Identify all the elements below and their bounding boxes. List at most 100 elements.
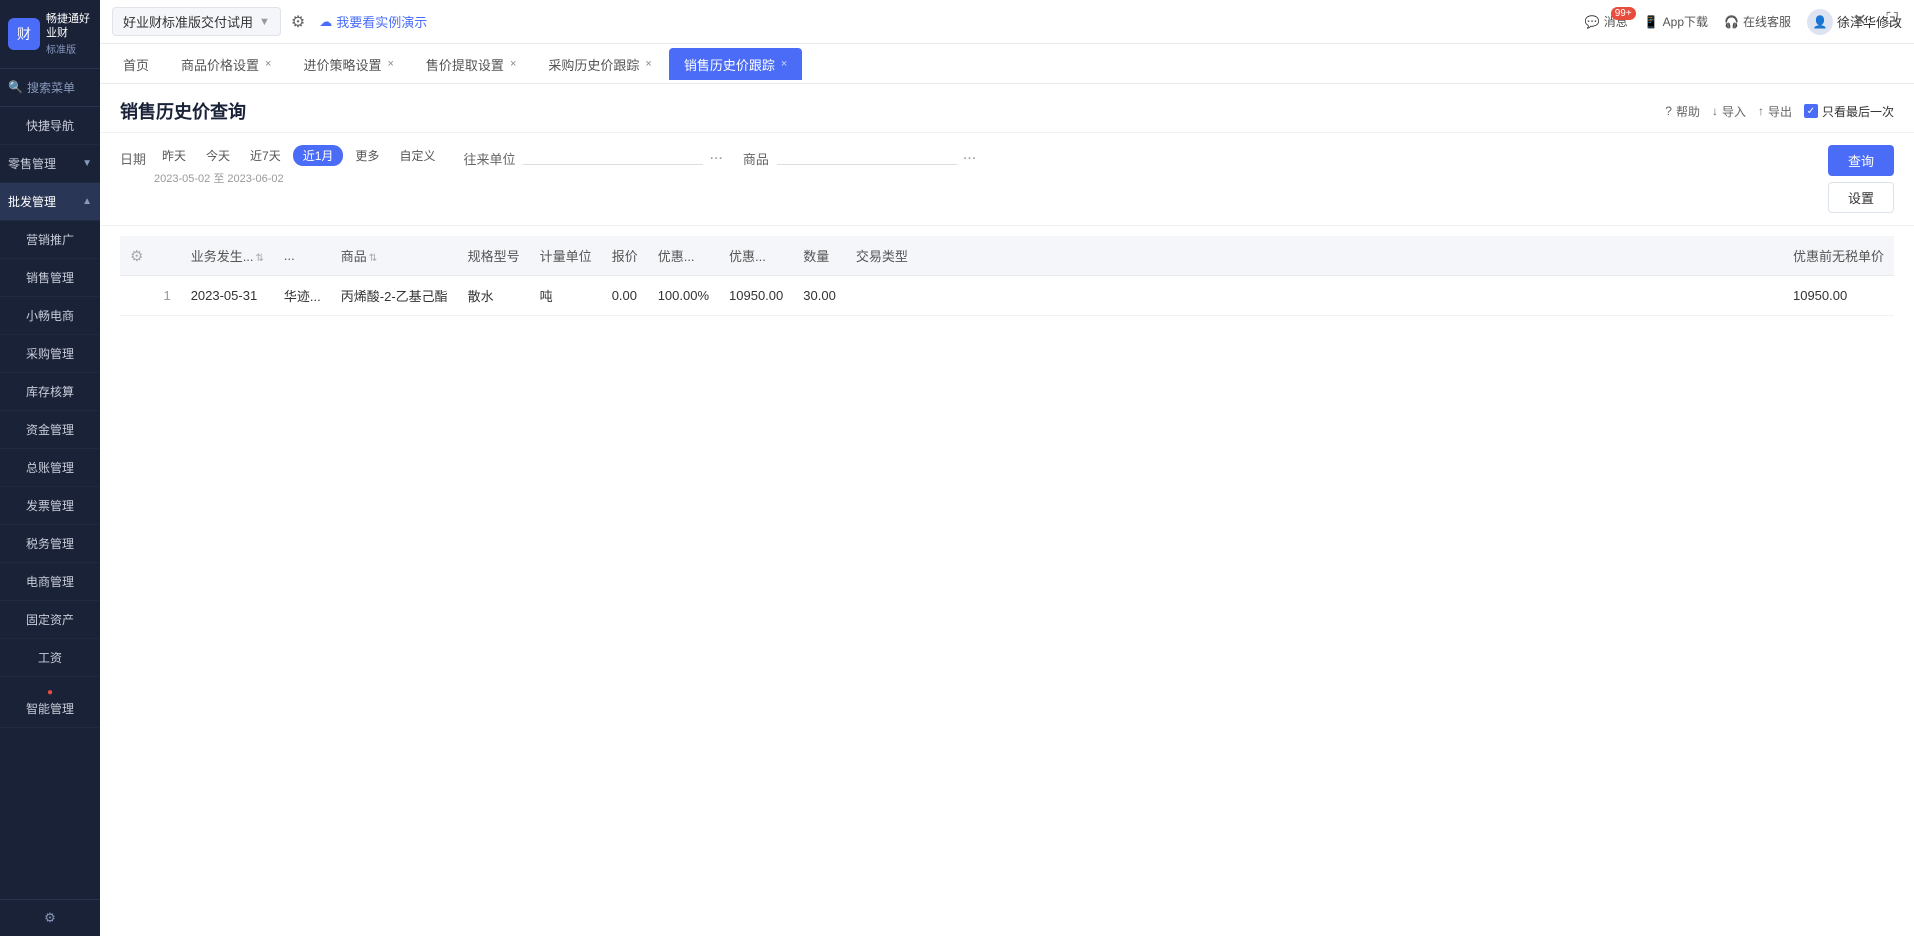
- query-button[interactable]: 查询: [1828, 145, 1894, 176]
- page-title: 销售历史价查询: [120, 98, 246, 124]
- export-label: 导出: [1768, 103, 1792, 120]
- message-button[interactable]: 💬 消息 99+: [1585, 13, 1628, 30]
- tab-purchase-strategy-close[interactable]: ×: [387, 58, 393, 70]
- chevron-down-icon: ▼: [259, 16, 270, 28]
- product-dots[interactable]: ...: [963, 146, 976, 164]
- td-num: 1: [153, 276, 180, 316]
- sidebar-inventory-label: 库存核算: [26, 383, 74, 400]
- tab-purchase-history-close[interactable]: ×: [645, 58, 651, 70]
- sidebar-item-fixed-assets[interactable]: 固定资产: [0, 601, 100, 639]
- chevron-up-icon: ▲: [82, 196, 92, 207]
- tab-home[interactable]: 首页: [108, 48, 164, 80]
- sidebar-item-ecommerce[interactable]: 电商管理: [0, 563, 100, 601]
- th-gear[interactable]: ⚙: [120, 236, 153, 276]
- topbar-settings-icon[interactable]: ⚙: [291, 12, 305, 32]
- sidebar-item-smart[interactable]: ● 智能管理: [0, 677, 100, 728]
- th-product[interactable]: 商品⇅: [331, 236, 458, 276]
- product-input[interactable]: [777, 145, 957, 165]
- gear-icon[interactable]: ⚙: [130, 248, 143, 265]
- tab-home-label: 首页: [123, 55, 149, 74]
- app-download-button[interactable]: 📱 App下载: [1644, 13, 1708, 30]
- export-button[interactable]: ↑ 导出: [1758, 103, 1792, 120]
- sidebar-item-finance[interactable]: 资金管理: [0, 411, 100, 449]
- sidebar-item-marketing[interactable]: 营销推广: [0, 221, 100, 259]
- td-discount1: 100.00%: [648, 276, 719, 316]
- version-selector[interactable]: 好业财标准版交付试用 ▼: [112, 7, 281, 36]
- th-business-date[interactable]: 业务发生...⇅: [181, 236, 274, 276]
- only-last-checkbox[interactable]: ✓ 只看最后一次: [1804, 103, 1894, 120]
- sidebar-payroll-label: 工资: [38, 649, 62, 666]
- sidebar-item-retail[interactable]: 零售管理 ▼: [0, 145, 100, 183]
- filter-from-unit-group: 往来单位 ...: [463, 145, 722, 168]
- tab-purchase-strategy-label: 进价策略设置: [303, 55, 381, 74]
- sidebar-item-sales[interactable]: 销售管理: [0, 259, 100, 297]
- td-trade-type: [846, 276, 918, 316]
- sidebar-item-quick-nav[interactable]: 快捷导航: [0, 107, 100, 145]
- tab-sale-history[interactable]: 销售历史价跟踪 ×: [669, 48, 802, 80]
- search-icon: 🔍: [8, 80, 23, 94]
- sidebar-wholesale-label: 批发管理: [8, 193, 56, 210]
- sidebar-item-payroll[interactable]: 工资: [0, 639, 100, 677]
- sidebar-ecommerce-small-label: 小畅电商: [26, 307, 74, 324]
- tab-purchase-strategy[interactable]: 进价策略设置 ×: [288, 48, 408, 80]
- sidebar-item-tax[interactable]: 税务管理: [0, 525, 100, 563]
- help-label: 帮助: [1676, 103, 1700, 120]
- th-more[interactable]: ...: [274, 236, 331, 276]
- help-button[interactable]: ? 帮助: [1665, 103, 1700, 120]
- headphone-icon: 🎧: [1724, 15, 1739, 29]
- export-icon: ↑: [1758, 104, 1764, 118]
- from-unit-dots[interactable]: ...: [709, 146, 722, 164]
- sidebar-smart-label: 智能管理: [26, 700, 74, 717]
- sidebar-item-wholesale[interactable]: 批发管理 ▲: [0, 183, 100, 221]
- date-btn-more[interactable]: 更多: [347, 145, 387, 166]
- sidebar-search[interactable]: 🔍 搜索菜单: [0, 69, 100, 107]
- th-trade-type[interactable]: 交易类型: [846, 236, 918, 276]
- import-button[interactable]: ↓ 导入: [1712, 103, 1746, 120]
- app-name-block: 畅捷通好业财 标准版: [46, 12, 92, 56]
- tab-product-price-close[interactable]: ×: [265, 58, 271, 70]
- date-btn-7days[interactable]: 近7天: [242, 145, 289, 166]
- app-download-label: App下载: [1663, 13, 1708, 30]
- th-spacer: [918, 236, 1783, 276]
- table-row: 1 2023-05-31 华迹... 丙烯酸-2-乙基己酯 散水 吨 0.00 …: [120, 276, 1894, 316]
- date-btn-1month[interactable]: 近1月: [293, 145, 344, 166]
- main-area: 好业财标准版交付试用 ▼ ⚙ ☁ 我要看实例演示 💬 消息 99+ 📱 App下…: [100, 0, 1914, 936]
- sidebar-item-ecommerce-small[interactable]: 小畅电商: [0, 297, 100, 335]
- demo-link[interactable]: ☁ 我要看实例演示: [319, 12, 427, 31]
- tab-purchase-history[interactable]: 采购历史价跟踪 ×: [533, 48, 666, 80]
- from-unit-input[interactable]: [523, 145, 703, 165]
- td-price: 0.00: [602, 276, 648, 316]
- th-discount1[interactable]: 优惠...: [648, 236, 719, 276]
- date-btn-custom[interactable]: 自定义: [391, 145, 443, 166]
- online-service-label: 在线客服: [1743, 13, 1791, 30]
- date-btn-yesterday[interactable]: 昨天: [154, 145, 194, 166]
- page-content: 销售历史价查询 ? 帮助 ↓ 导入 ↑ 导出 ✓ 只看最后一次: [100, 84, 1914, 936]
- tab-sale-extract-close[interactable]: ×: [510, 58, 516, 70]
- sidebar-item-ledger[interactable]: 总账管理: [0, 449, 100, 487]
- th-discount2[interactable]: 优惠...: [719, 236, 793, 276]
- tab-product-price[interactable]: 商品价格设置 ×: [166, 48, 286, 80]
- sidebar-item-purchase[interactable]: 采购管理: [0, 335, 100, 373]
- message-badge: 99+: [1611, 7, 1636, 20]
- sidebar-item-invoice[interactable]: 发票管理: [0, 487, 100, 525]
- date-range-text: 2023-05-02 至 2023-06-02: [154, 170, 443, 186]
- tab-sale-history-close[interactable]: ×: [781, 58, 787, 70]
- th-spec[interactable]: 规格型号: [458, 236, 530, 276]
- td-gear: [120, 276, 153, 316]
- th-unit[interactable]: 计量单位: [530, 236, 602, 276]
- sidebar-item-inventory[interactable]: 库存核算: [0, 373, 100, 411]
- sidebar-fixed-assets-label: 固定资产: [26, 611, 74, 628]
- app-name: 畅捷通好业财: [46, 12, 92, 41]
- sidebar-settings-button[interactable]: ⚙: [0, 899, 100, 936]
- th-price[interactable]: 报价: [602, 236, 648, 276]
- th-quantity[interactable]: 数量: [793, 236, 846, 276]
- tab-sale-extract[interactable]: 售价提取设置 ×: [411, 48, 531, 80]
- online-service-button[interactable]: 🎧 在线客服: [1724, 13, 1791, 30]
- avatar: 👤: [1807, 9, 1833, 35]
- th-pre-tax-price[interactable]: 优惠前无税单价: [1783, 236, 1894, 276]
- date-btn-today[interactable]: 今天: [198, 145, 238, 166]
- filter-settings-button[interactable]: 设置: [1828, 182, 1894, 213]
- date-buttons: 昨天 今天 近7天 近1月 更多 自定义: [154, 145, 443, 166]
- product-field: ...: [777, 145, 976, 165]
- tab-sale-extract-label: 售价提取设置: [426, 55, 504, 74]
